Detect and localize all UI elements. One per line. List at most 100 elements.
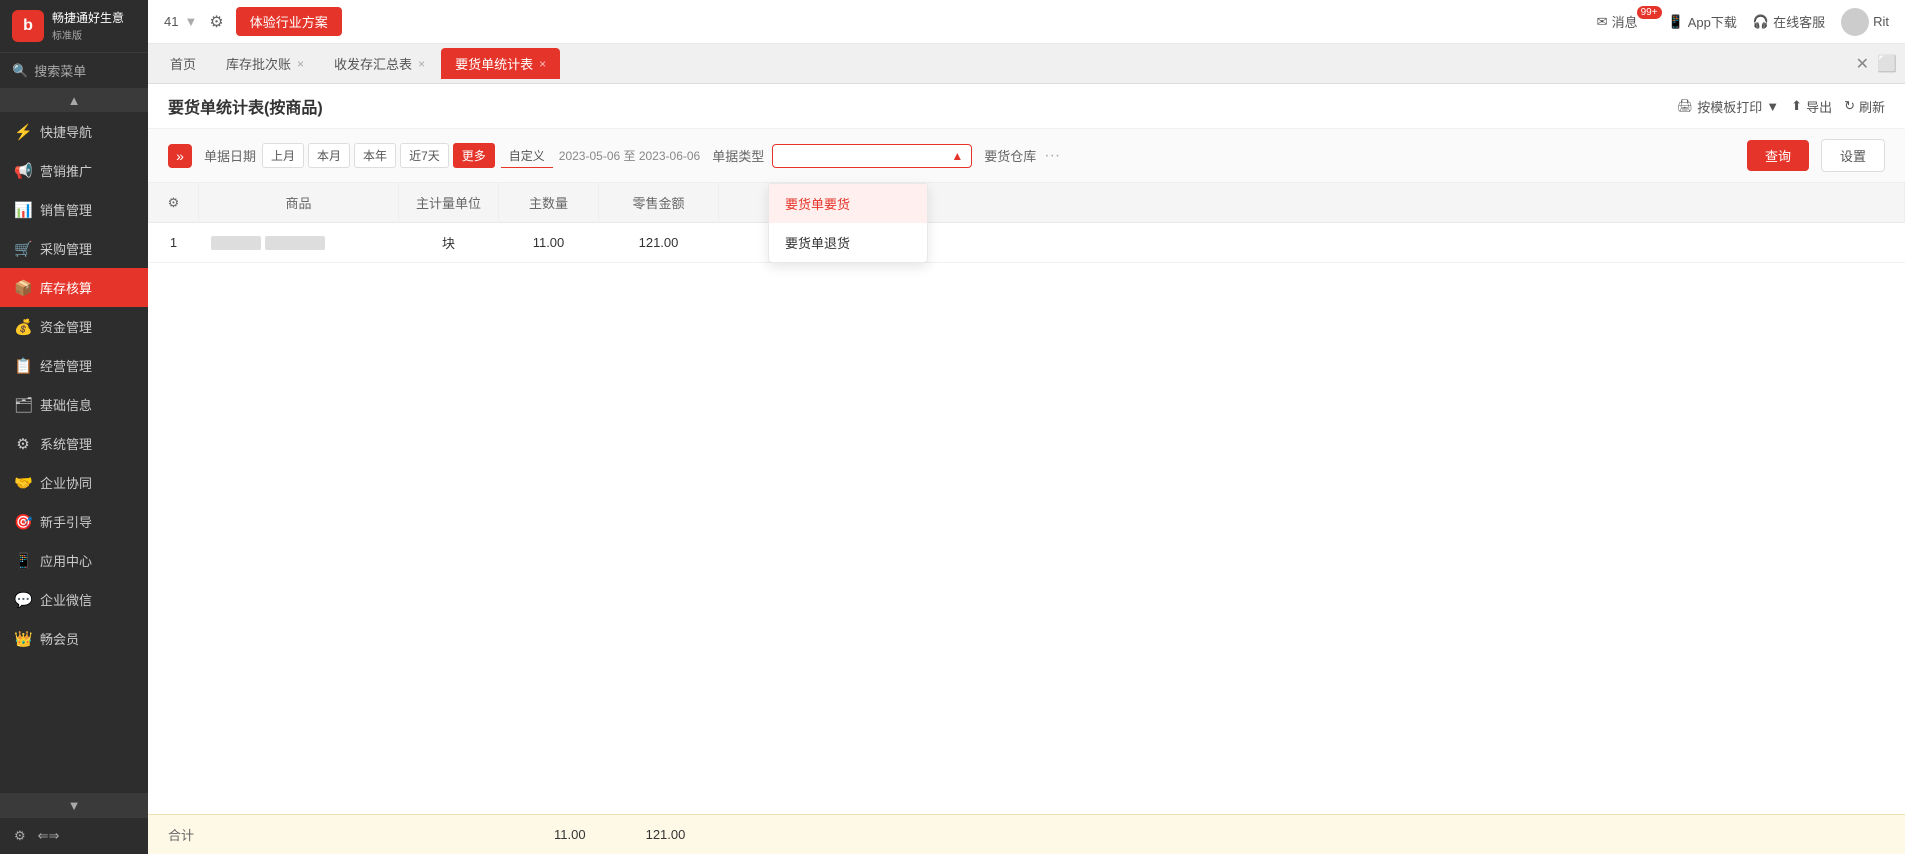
search-menu[interactable]: 🔍 搜索菜单	[0, 53, 148, 88]
app-download-icon: 📱	[1668, 14, 1684, 30]
date-last-month[interactable]: 上月	[262, 143, 304, 168]
filter-expand-button[interactable]: »	[168, 144, 192, 168]
tab-batch-close[interactable]: ×	[297, 58, 304, 70]
refresh-label: 刷新	[1859, 97, 1885, 116]
sidebar: b 畅捷通好生意 标准版 🔍 搜索菜单 ▲ ⚡ 快捷导航 📢 营销推广 📊 销售…	[0, 0, 148, 854]
page-title: 要货单统计表(按商品)	[168, 94, 323, 118]
app-sub: 标准版	[52, 27, 124, 42]
tab-summary-close[interactable]: ×	[418, 58, 425, 70]
dropdown-item-order-goods[interactable]: 要货单要货	[769, 184, 927, 223]
date-this-year[interactable]: 本年	[354, 143, 396, 168]
tab-home[interactable]: 首页	[156, 48, 210, 79]
marketing-icon: 📢	[14, 162, 32, 180]
tab-batch[interactable]: 库存批次账 ×	[212, 48, 318, 79]
sidebar-item-label: 库存核算	[40, 278, 92, 297]
table-header-row: ⚙ 商品 主计量单位 主数量 零售金额	[149, 183, 1905, 223]
sidebar-item-guide[interactable]: 🎯 新手引导	[0, 502, 148, 541]
basic-icon: 🗂	[14, 396, 32, 414]
filter-bar: » 单据日期 上月 本月 本年 近7天 更多 自定义 2023-05-06 至 …	[148, 129, 1905, 183]
cell-unit: 块	[399, 223, 499, 263]
product-placeholder-2	[265, 236, 325, 250]
guide-icon: 🎯	[14, 513, 32, 531]
sidebar-item-label: 企业协同	[40, 473, 92, 492]
column-settings-icon[interactable]: ⚙	[168, 195, 180, 210]
tabs-action: ✕ ⬜	[1856, 54, 1897, 74]
th-product: 商品	[199, 183, 399, 223]
tab-order-stat[interactable]: 要货单统计表 ×	[441, 48, 560, 79]
sales-icon: 📊	[14, 201, 32, 219]
footer-amount-item: 121.00	[646, 827, 686, 842]
member-icon: 👑	[14, 630, 32, 648]
app-download-label: App下载	[1688, 12, 1737, 31]
sidebar-item-inventory[interactable]: 📦 库存核算	[0, 268, 148, 307]
date-more-button[interactable]: 更多	[453, 143, 495, 168]
settings-button[interactable]: 设置	[1821, 139, 1885, 172]
sidebar-item-finance[interactable]: 💰 资金管理	[0, 307, 148, 346]
sidebar-items: ⚡ 快捷导航 📢 营销推广 📊 销售管理 🛒 采购管理 📦 库存核算 💰 资金管…	[0, 112, 148, 793]
type-filter-chevron-icon: ▲	[951, 149, 963, 163]
print-icon: 🖨	[1677, 98, 1694, 114]
date-range-display: 2023-05-06 至 2023-06-06	[559, 147, 700, 164]
sidebar-item-collab[interactable]: 🤝 企业协同	[0, 463, 148, 502]
sidebar-item-system[interactable]: ⚙ 系统管理	[0, 424, 148, 463]
table-container: ⚙ 商品 主计量单位 主数量 零售金额 1	[148, 183, 1905, 814]
sidebar-item-sales[interactable]: 📊 销售管理	[0, 190, 148, 229]
product-placeholder-1	[211, 236, 261, 250]
online-service-link[interactable]: 🎧 在线客服	[1753, 12, 1825, 31]
sidebar-item-label: 采购管理	[40, 239, 92, 258]
dropdown-item-return-goods[interactable]: 要货单退货	[769, 223, 927, 262]
th-qty: 主数量	[499, 183, 599, 223]
sidebar-item-appstore[interactable]: 📱 应用中心	[0, 541, 148, 580]
sidebar-item-operations[interactable]: 📋 经营管理	[0, 346, 148, 385]
tabs-maximize[interactable]: ⬜	[1877, 54, 1897, 74]
topbar-gear-icon[interactable]: ⚙	[209, 12, 223, 32]
sidebar-item-wecom[interactable]: 💬 企业微信	[0, 580, 148, 619]
tab-home-label: 首页	[170, 54, 196, 73]
purchase-icon: 🛒	[14, 240, 32, 258]
sidebar-scroll-up[interactable]: ▲	[0, 88, 148, 112]
cell-amount: 121.00	[599, 223, 719, 263]
message-button[interactable]: ✉ 消息 99+	[1597, 12, 1652, 31]
user-menu[interactable]: Rit	[1841, 8, 1889, 36]
tab-summary[interactable]: 收发存汇总表 ×	[320, 48, 439, 79]
app-download-link[interactable]: 📱 App下载	[1668, 12, 1737, 31]
tabs-bar: 首页 库存批次账 × 收发存汇总表 × 要货单统计表 × ✕ ⬜	[148, 44, 1905, 84]
app-logo-icon: b	[12, 10, 44, 42]
sidebar-item-purchase[interactable]: 🛒 采购管理	[0, 229, 148, 268]
settings-icon[interactable]: ⚙	[14, 828, 26, 844]
sidebar-item-marketing[interactable]: 📢 营销推广	[0, 151, 148, 190]
th-gear[interactable]: ⚙	[149, 183, 199, 223]
sidebar-item-label: 快捷导航	[40, 122, 92, 141]
type-filter-dropdown[interactable]: ▲	[772, 144, 972, 168]
date-this-month[interactable]: 本月	[308, 143, 350, 168]
sidebar-item-member[interactable]: 👑 畅会员	[0, 619, 148, 658]
collapse-button[interactable]: ⇐⇒	[38, 828, 60, 844]
th-unit: 主计量单位	[399, 183, 499, 223]
sidebar-item-quick-nav[interactable]: ⚡ 快捷导航	[0, 112, 148, 151]
sidebar-item-basic[interactable]: 🗂 基础信息	[0, 385, 148, 424]
tabs-close-all[interactable]: ✕	[1856, 54, 1869, 74]
export-button[interactable]: ⬆ 导出	[1791, 97, 1832, 116]
trial-button[interactable]: 体验行业方案	[236, 7, 342, 36]
warehouse-more-icon[interactable]: ···	[1044, 147, 1060, 165]
date-last-7-days[interactable]: 近7天	[400, 143, 449, 168]
message-icon: ✉	[1597, 14, 1608, 30]
refresh-button[interactable]: ↻ 刷新	[1844, 97, 1885, 116]
print-template-button[interactable]: 🖨 按模板打印 ▼	[1677, 97, 1779, 116]
sidebar-bottom: ⚙ ⇐⇒	[0, 817, 148, 854]
footer-qty-item: 11.00	[554, 827, 586, 842]
store-dropdown-icon: ▼	[184, 14, 197, 29]
sidebar-item-label: 畅会员	[40, 629, 79, 648]
date-custom-button[interactable]: 自定义	[501, 144, 553, 168]
query-button[interactable]: 查询	[1747, 140, 1809, 171]
th-amount: 零售金额	[599, 183, 719, 223]
total-label: 合计	[168, 825, 194, 844]
sidebar-scroll-down[interactable]: ▼	[0, 793, 148, 817]
filter-warehouse-group: 要货仓库 ···	[984, 146, 1060, 165]
quick-nav-icon: ⚡	[14, 123, 32, 141]
service-label: 在线客服	[1773, 12, 1825, 31]
sidebar-item-label: 营销推广	[40, 161, 92, 180]
tab-order-stat-close[interactable]: ×	[539, 58, 546, 70]
store-selector[interactable]: 41 ▼	[164, 14, 197, 29]
cell-num: 1	[149, 223, 199, 263]
